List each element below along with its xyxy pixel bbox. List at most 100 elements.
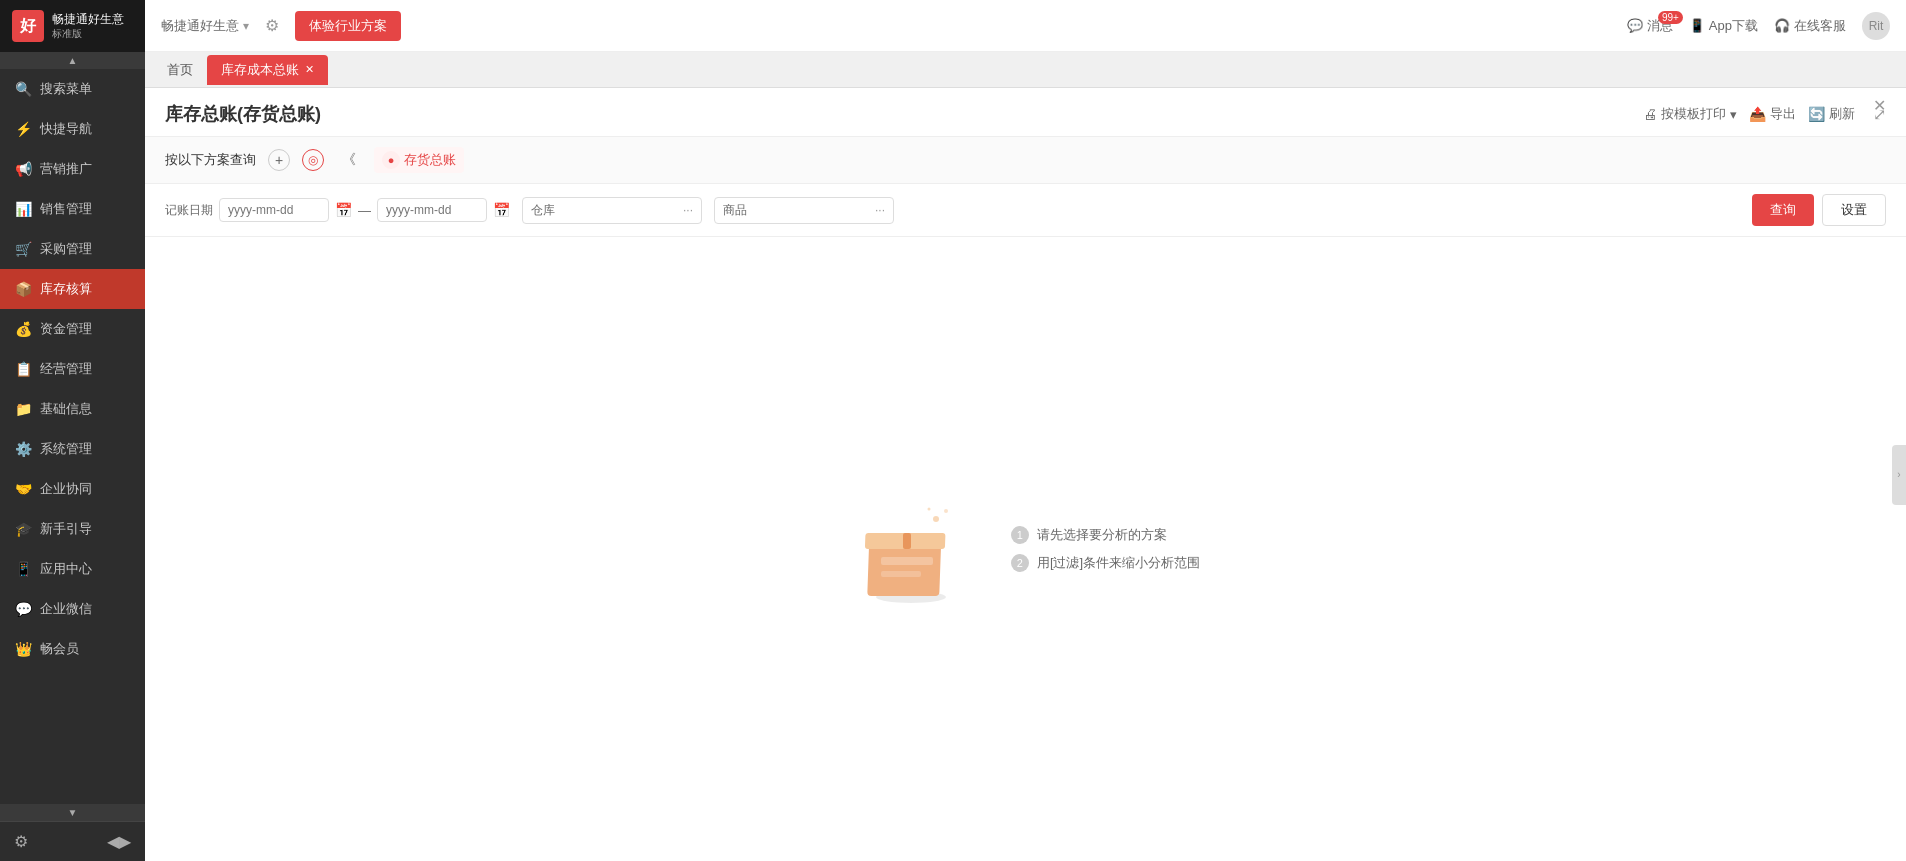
sidebar-item-sales[interactable]: 📊 销售管理 <box>0 189 145 229</box>
sidebar-item-basic[interactable]: 📁 基础信息 <box>0 389 145 429</box>
sidebar-item-newbie[interactable]: 🎓 新手引导 <box>0 509 145 549</box>
sidebar-item-label: 企业微信 <box>40 600 92 618</box>
export-btn[interactable]: 📤 导出 <box>1749 105 1796 123</box>
appcenter-icon: 📱 <box>14 560 32 578</box>
svg-point-6 <box>933 516 939 522</box>
filter-actions: 查询 设置 <box>1752 194 1886 226</box>
marketing-icon: 📢 <box>14 160 32 178</box>
filter-row: 记账日期 📅 — 📅 仓库 ··· 商品 ··· 查询 设置 <box>145 184 1906 237</box>
tab-inventory-label: 库存成本总账 <box>221 61 299 79</box>
sidebar-item-system[interactable]: ⚙️ 系统管理 <box>0 429 145 469</box>
sidebar-item-label: 畅会员 <box>40 640 79 658</box>
system-icon: ⚙️ <box>14 440 32 458</box>
sidebar-item-marketing[interactable]: 📢 营销推广 <box>0 149 145 189</box>
sidebar-item-wechat[interactable]: 💬 企业微信 <box>0 589 145 629</box>
sidebar-footer: ⚙ ◀▶ <box>0 821 145 861</box>
export-label: 导出 <box>1770 105 1796 123</box>
svg-point-8 <box>927 508 930 511</box>
message-icon: 💬 <box>1627 18 1643 33</box>
date-dash: — <box>358 203 371 218</box>
online-service-btn[interactable]: 🎧 在线客服 <box>1774 17 1846 35</box>
sidebar-item-operation[interactable]: 📋 经营管理 <box>0 349 145 389</box>
sidebar-item-search[interactable]: 🔍 搜索菜单 <box>0 69 145 109</box>
collapse-arrow-icon[interactable]: 《 <box>336 149 362 171</box>
sidebar-item-appcenter[interactable]: 📱 应用中心 <box>0 549 145 589</box>
sidebar-item-collab[interactable]: 🤝 企业协同 <box>0 469 145 509</box>
export-icon: 📤 <box>1749 106 1766 122</box>
collapse-sidebar-icon[interactable]: ◀▶ <box>107 832 131 851</box>
collapse-scheme-btn[interactable]: ◎ <box>302 149 324 171</box>
content-area: 库存总账(存货总账) 🖨 按模板打印 ▾ 📤 导出 🔄 刷新 ✕ ⤢ <box>145 88 1906 861</box>
wechat-icon: 💬 <box>14 600 32 618</box>
scheme-item-icon: ● <box>382 151 400 169</box>
app-name: 畅捷通好生意 <box>52 11 124 28</box>
date-label: 记账日期 <box>165 202 213 219</box>
tab-home[interactable]: 首页 <box>153 55 207 85</box>
empty-hint-2: 2 用[过滤]条件来缩小分析范围 <box>1011 554 1200 572</box>
settings-footer-icon[interactable]: ⚙ <box>14 832 28 851</box>
side-panel-trigger[interactable]: › <box>1892 445 1906 505</box>
search-icon: 🔍 <box>14 80 32 98</box>
message-badge: 99+ <box>1658 11 1683 24</box>
purchase-icon: 🛒 <box>14 240 32 258</box>
svg-rect-4 <box>881 557 933 565</box>
settings-btn[interactable]: 设置 <box>1822 194 1886 226</box>
page-title: 库存总账(存货总账) <box>165 102 321 126</box>
print-arrow-icon: ▾ <box>1730 107 1737 122</box>
query-btn[interactable]: 查询 <box>1752 194 1814 226</box>
print-btn[interactable]: 🖨 按模板打印 ▾ <box>1643 105 1737 123</box>
svg-rect-5 <box>881 571 921 577</box>
warehouse-more-icon[interactable]: ··· <box>683 203 693 217</box>
sidebar-item-label: 资金管理 <box>40 320 92 338</box>
scroll-up-arrow[interactable]: ▲ <box>0 52 145 69</box>
date-start-input[interactable] <box>219 198 329 222</box>
sidebar-item-finance[interactable]: 💰 资金管理 <box>0 309 145 349</box>
product-more-icon[interactable]: ··· <box>875 203 885 217</box>
sales-icon: 📊 <box>14 200 32 218</box>
newbie-icon: 🎓 <box>14 520 32 538</box>
calendar-start-icon[interactable]: 📅 <box>335 202 352 218</box>
svg-rect-3 <box>903 533 911 549</box>
refresh-btn[interactable]: 🔄 刷新 <box>1808 105 1855 123</box>
tab-inventory-ledger[interactable]: 库存成本总账 ✕ <box>207 55 328 85</box>
breadcrumb: 畅捷通好生意 ▾ <box>161 17 249 35</box>
calendar-end-icon[interactable]: 📅 <box>493 202 510 218</box>
gear-icon[interactable]: ⚙ <box>265 16 279 35</box>
sidebar-item-inventory[interactable]: 📦 库存核算 <box>0 269 145 309</box>
sidebar-item-shortcut[interactable]: ⚡ 快捷导航 <box>0 109 145 149</box>
sidebar-item-label: 营销推广 <box>40 160 92 178</box>
empty-illustration <box>851 489 971 609</box>
date-filter-group: 记账日期 📅 — 📅 <box>165 198 510 222</box>
finance-icon: 💰 <box>14 320 32 338</box>
message-btn[interactable]: 💬 消息 99+ <box>1627 17 1673 35</box>
sidebar-item-member[interactable]: 👑 畅会员 <box>0 629 145 669</box>
scroll-down-arrow[interactable]: ▼ <box>0 804 145 821</box>
panel-close-icon[interactable]: ✕ <box>1873 96 1886 115</box>
collab-icon: 🤝 <box>14 480 32 498</box>
breadcrumb-arrow-icon: ▾ <box>243 19 249 33</box>
date-end-input[interactable] <box>377 198 487 222</box>
empty-svg <box>851 489 971 609</box>
online-service-label: 在线客服 <box>1794 17 1846 35</box>
product-selector[interactable]: 商品 ··· <box>714 197 894 224</box>
user-name: Rit <box>1869 19 1884 33</box>
user-avatar[interactable]: Rit <box>1862 12 1890 40</box>
sidebar-item-purchase[interactable]: 🛒 采购管理 <box>0 229 145 269</box>
sidebar-item-label: 新手引导 <box>40 520 92 538</box>
scheme-item-inventory[interactable]: ● 存货总账 <box>374 147 464 173</box>
industry-btn[interactable]: 体验行业方案 <box>295 11 401 41</box>
warehouse-label: 仓库 <box>531 202 555 219</box>
svg-point-7 <box>944 509 948 513</box>
add-scheme-btn[interactable]: + <box>268 149 290 171</box>
tab-close-icon[interactable]: ✕ <box>305 63 314 76</box>
collapse-icon: ◎ <box>308 153 318 167</box>
warehouse-selector[interactable]: 仓库 ··· <box>522 197 702 224</box>
sidebar-item-label: 快捷导航 <box>40 120 92 138</box>
filter-bar: 按以下方案查询 + ◎ 《 ● 存货总账 <box>145 137 1906 184</box>
avatar: Rit <box>1862 12 1890 40</box>
sidebar-item-label: 应用中心 <box>40 560 92 578</box>
sidebar-item-label: 采购管理 <box>40 240 92 258</box>
topbar: 畅捷通好生意 ▾ ⚙ 体验行业方案 💬 消息 99+ 📱 App下载 🎧 在线客… <box>145 0 1906 52</box>
app-download-btn[interactable]: 📱 App下载 <box>1689 17 1758 35</box>
shortcut-icon: ⚡ <box>14 120 32 138</box>
